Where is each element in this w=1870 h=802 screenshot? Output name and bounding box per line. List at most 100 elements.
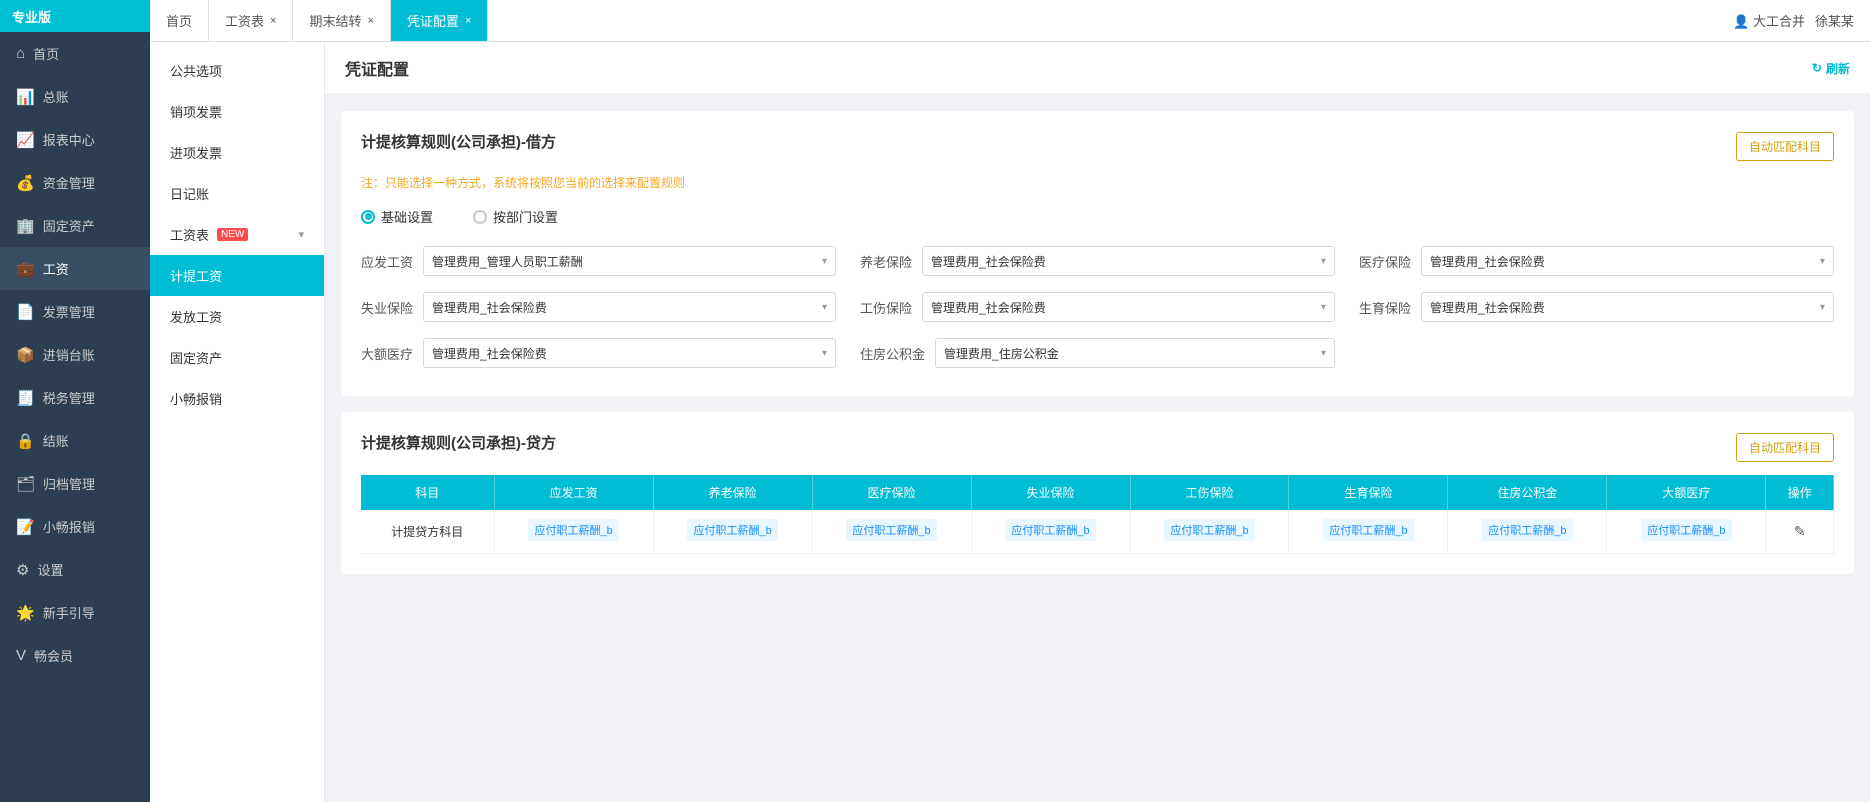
label-bigmed: 大额医疗 [361,344,413,363]
sidebar-item-assets[interactable]: 🏢 固定资产 [0,204,150,247]
close-payroll-tab[interactable]: × [270,15,276,27]
dropdown-arrow: ▾ [822,302,827,313]
sidebar-item-funds[interactable]: 💰 资金管理 [0,161,150,204]
label-maternity: 生育保险 [1359,298,1411,317]
select-bigmed[interactable]: 管理费用_社会保险费 ▾ [423,338,836,368]
sidebar-item-archive[interactable]: 🗂 归档管理 [0,462,150,505]
radio-group: 基础设置 按部门设置 [361,207,1834,226]
dropdown-arrow: ▾ [1820,256,1825,267]
sidebar-item-salary[interactable]: 💼 工资 [0,247,150,290]
close-period-tab[interactable]: × [367,15,373,27]
leftnav-sales-invoice[interactable]: 销项发票 [150,91,324,132]
sidebar-item-member-label: 畅会员 [34,646,73,665]
expense-icon: 📝 [16,518,35,536]
refresh-button[interactable]: ↻ 刷新 [1812,60,1850,77]
debit-field-maternity: 生育保险 管理费用_社会保险费 ▾ [1359,292,1834,322]
sidebar-item-inventory[interactable]: 📦 进销台账 [0,333,150,376]
th-housing: 住房公积金 [1448,475,1607,510]
sidebar-item-tax[interactable]: 🧾 税务管理 [0,376,150,419]
sidebar-item-newbie[interactable]: 🌟 新手引导 [0,591,150,634]
page-title: 凭证配置 [345,56,409,80]
auto-match-credit-button[interactable]: 自动匹配科目 [1736,433,1834,462]
select-injury[interactable]: 管理费用_社会保险费 ▾ [922,292,1335,322]
leftnav-expense[interactable]: 小畅报销 [150,378,324,419]
sidebar-item-assets-label: 固定资产 [43,216,95,235]
dropdown-arrow: ▾ [822,256,827,267]
new-badge: NEW [217,228,248,241]
radio-dept-circle [473,210,487,224]
sidebar-item-close[interactable]: 🔒 结账 [0,419,150,462]
sidebar-item-ledger[interactable]: 📊 总账 [0,75,150,118]
tab-period[interactable]: 期末结转 × [293,0,390,41]
debit-field-unemploy: 失业保险 管理费用_社会保险费 ▾ [361,292,836,322]
debit-field-medical: 医疗保险 管理费用_社会保险费 ▾ [1359,246,1834,276]
expand-icon: ▾ [298,228,304,241]
debit-field-bigmed: 大额医疗 管理费用_社会保险费 ▾ [361,338,836,368]
sidebar-item-home[interactable]: ⌂ 首页 [0,32,150,75]
sidebar-item-close-label: 结账 [43,431,69,450]
leftnav-fixed-assets[interactable]: 固定资产 [150,337,324,378]
home-icon: ⌂ [16,45,25,62]
dropdown-arrow: ▾ [1321,348,1326,359]
td-housing-val: 应付职工薪酬_b [1448,510,1607,554]
th-unemploy: 失业保险 [971,475,1130,510]
leftnav-public[interactable]: 公共选项 [150,50,324,91]
select-maternity[interactable]: 管理费用_社会保险费 ▾ [1421,292,1834,322]
select-unemploy[interactable]: 管理费用_社会保险费 ▾ [423,292,836,322]
sidebar-item-invoice[interactable]: 📄 发票管理 [0,290,150,333]
sidebar-item-expense-label: 小畅报销 [43,517,95,536]
edit-icon[interactable]: ✎ [1794,523,1806,539]
member-icon: V [16,647,26,664]
auto-match-debit-button[interactable]: 自动匹配科目 [1736,132,1834,161]
debit-fields-grid: 应发工资 管理费用_管理人员职工薪酬 ▾ 养老保险 管理费用_社会保险费 ▾ [361,246,1834,368]
assets-icon: 🏢 [16,217,35,235]
leftnav-payroll-table[interactable]: 工资表 NEW ▾ [150,214,324,255]
invoice-icon: 📄 [16,303,35,321]
th-pension: 养老保险 [653,475,812,510]
sidebar-item-settings-label: 设置 [37,560,63,579]
radio-basic[interactable]: 基础设置 [361,207,433,226]
leftnav-accrual[interactable]: 计提工资 [150,255,324,296]
select-medical[interactable]: 管理费用_社会保险费 ▾ [1421,246,1834,276]
close-books-icon: 🔒 [16,432,35,450]
sidebar-item-settings[interactable]: ⚙ 设置 [0,548,150,591]
tab-payroll[interactable]: 工资表 × [209,0,293,41]
select-pension[interactable]: 管理费用_社会保险费 ▾ [922,246,1335,276]
leftnav-journal[interactable]: 日记账 [150,173,324,214]
th-subject: 科目 [361,475,494,510]
td-row-label: 计提贷方科目 [361,510,494,554]
leftnav-purchase-invoice[interactable]: 进项发票 [150,132,324,173]
sidebar-item-reports[interactable]: 📈 报表中心 [0,118,150,161]
user-icon: 👤 大工合并 [1733,11,1805,30]
sidebar-item-inventory-label: 进销台账 [43,345,95,364]
td-medical-val: 应付职工薪酬_b [812,510,971,554]
funds-icon: 💰 [16,174,35,192]
settings-icon: ⚙ [16,561,29,579]
label-injury: 工伤保险 [860,298,912,317]
sidebar-item-salary-label: 工资 [43,259,69,278]
debit-section: 计提核算规则(公司承担)-借方 自动匹配科目 注：只能选择一种方式，系统将按照您… [341,111,1854,396]
sidebar-item-expense[interactable]: 📝 小畅报销 [0,505,150,548]
radio-dept[interactable]: 按部门设置 [473,207,558,226]
select-salary[interactable]: 管理费用_管理人员职工薪酬 ▾ [423,246,836,276]
content-area: 公共选项 销项发票 进项发票 日记账 工资表 NEW ▾ 计提工资 发放工资 [150,42,1870,802]
tab-home[interactable]: 首页 [150,0,209,41]
topbar-right: 👤 大工合并 徐某某 [1733,11,1870,30]
td-salary-val: 应付职工薪酬_b [494,510,653,554]
sidebar-item-member[interactable]: V 畅会员 [0,634,150,677]
td-injury-val: 应付职工薪酬_b [1130,510,1289,554]
sidebar-item-archive-label: 归档管理 [43,474,95,493]
debit-field-salary: 应发工资 管理费用_管理人员职工薪酬 ▾ [361,246,836,276]
td-bigmed-val: 应付职工薪酬_b [1607,510,1766,554]
page-header: 凭证配置 ↻ 刷新 [325,42,1870,95]
table-header-row: 科目 应发工资 养老保险 医疗保险 失业保险 工伤保险 生育保险 住房公积金 大… [361,475,1834,510]
close-voucher-tab[interactable]: × [465,15,471,27]
select-housing[interactable]: 管理费用_住房公积金 ▾ [935,338,1335,368]
tab-voucher[interactable]: 凭证配置 × [391,0,488,41]
reports-icon: 📈 [16,131,35,149]
td-action[interactable]: ✎ [1766,510,1834,554]
leftnav-disbursement[interactable]: 发放工资 [150,296,324,337]
note-text: 注：只能选择一种方式，系统将按照您当前的选择来配置规则 [361,174,1834,191]
debit-field-pension: 养老保险 管理费用_社会保险费 ▾ [860,246,1335,276]
debit-section-header: 计提核算规则(公司承担)-借方 自动匹配科目 [361,131,1834,162]
